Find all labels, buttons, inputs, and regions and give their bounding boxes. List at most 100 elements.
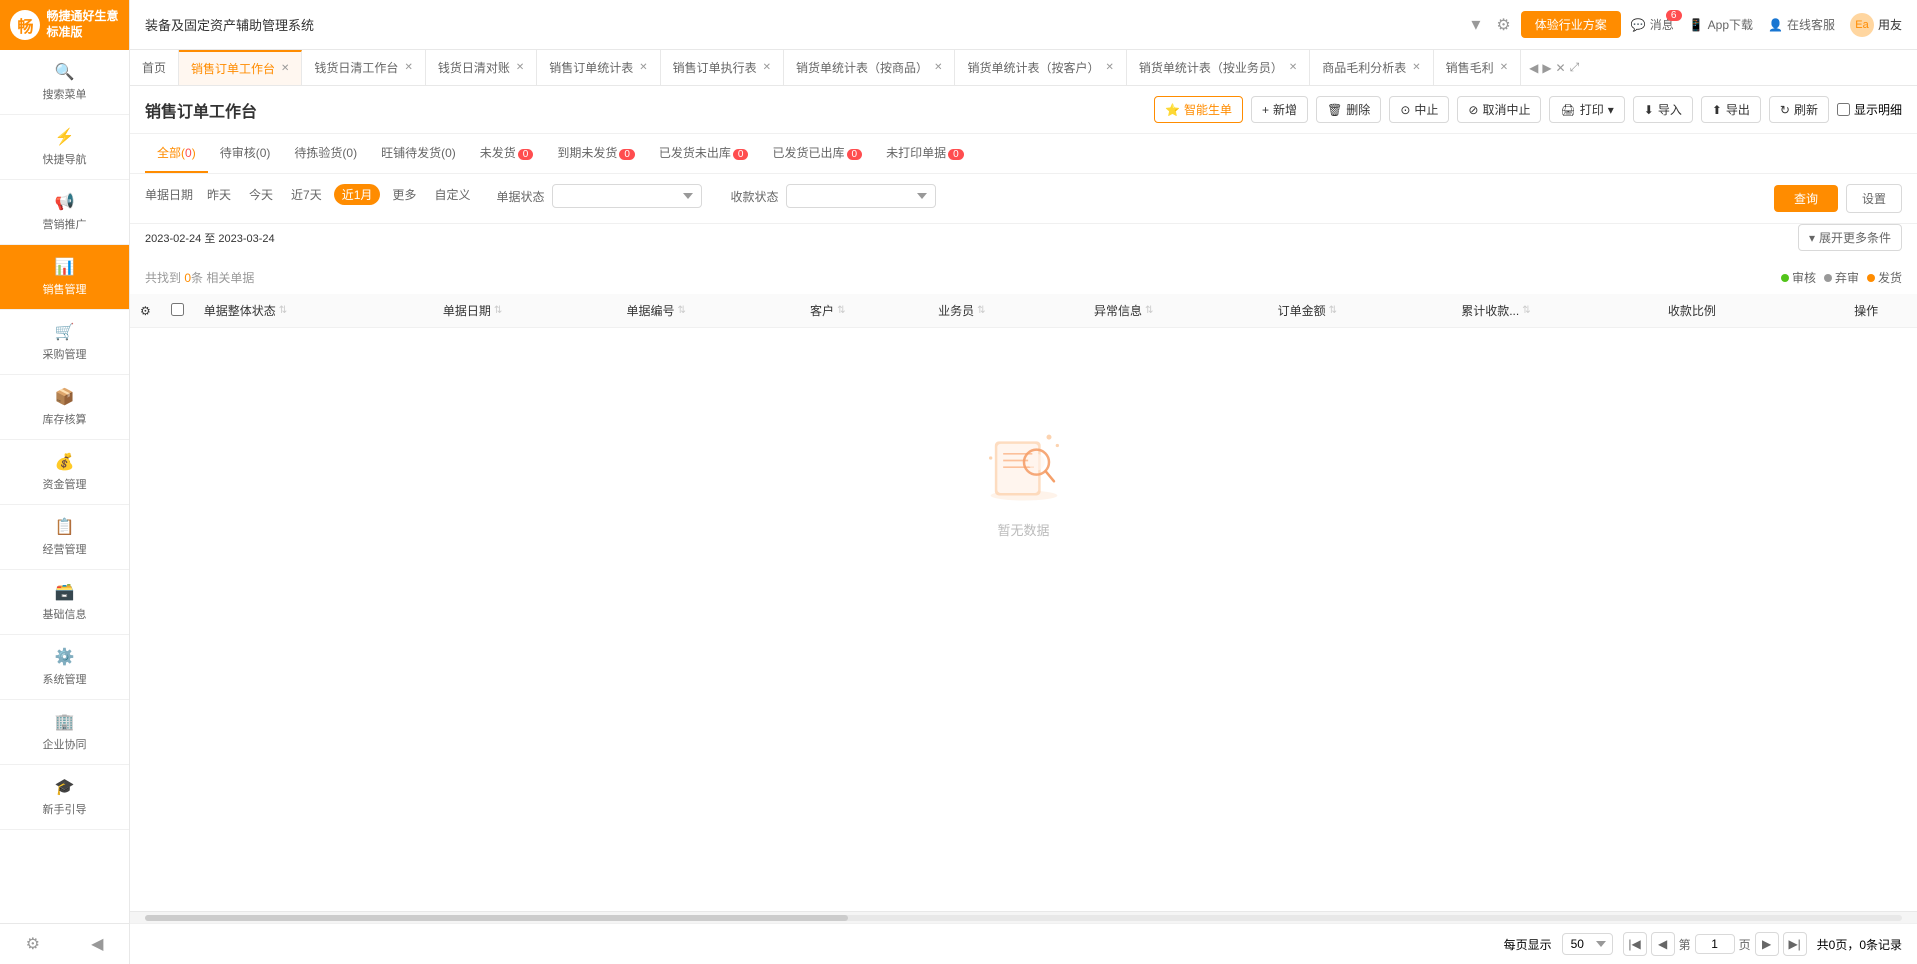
cancel-pause-btn[interactable]: ⊘ 取消中止 [1457,96,1541,123]
sidebar-item-sales[interactable]: 📊 销售管理 [0,245,129,310]
expand-more-btn[interactable]: ▾ 展开更多条件 [1798,224,1902,251]
tab-gross-profit[interactable]: 商品毛利分析表 ✕ [1310,50,1433,86]
scroll-track[interactable] [145,915,1902,921]
filter-status-select[interactable] [552,184,702,208]
sub-tab-overdue[interactable]: 到期未发货0 [545,134,647,173]
last-page-btn[interactable]: ▶| [1783,932,1807,956]
sidebar-item-company[interactable]: 🏢 企业协同 [0,700,129,765]
tab-cash-reconcile[interactable]: 钱货日清对账 ✕ [426,50,537,86]
tab-close-icon-9[interactable]: ✕ [1412,62,1420,73]
sidebar-item-marketing[interactable]: 📢 营销推广 [0,180,129,245]
sub-tab-unshipped[interactable]: 未发货0 [468,134,546,173]
industry-btn[interactable]: 体验行业方案 [1521,11,1621,38]
tab-sales-by-product[interactable]: 销货单统计表（按商品） ✕ [784,50,955,86]
sub-tab-all[interactable]: 全部(0) [145,134,208,173]
tab-sales-order-workbench[interactable]: 销售订单工作台 ✕ [179,50,302,86]
sidebar-item-quicknav[interactable]: ⚡ 快捷导航 [0,115,129,180]
sidebar-collapse-btn[interactable]: ◀ [91,934,103,954]
set-btn[interactable]: 设置 [1846,184,1902,213]
sort-icon-collected[interactable]: ⇅ [1522,305,1530,316]
show-detail-checkbox[interactable] [1837,103,1850,116]
tab-close-icon-7[interactable]: ✕ [1105,62,1113,73]
cancel-review-action-btn[interactable]: 弃审 [1824,269,1859,286]
next-page-btn[interactable]: ▶ [1755,932,1779,956]
sub-tab-pending-review[interactable]: 待审核(0) [208,134,283,173]
tab-close-icon-4[interactable]: ✕ [639,62,647,73]
tabs-close-all-icon[interactable]: ✕ [1556,61,1566,75]
message-btn[interactable]: 💬 6 消息 [1631,16,1674,33]
export-btn[interactable]: ⬆ 导出 [1701,96,1761,123]
show-detail-label[interactable]: 显示明细 [1837,101,1902,118]
per-page-select[interactable]: 50 10 20 100 [1562,933,1613,955]
sort-icon-customer[interactable]: ⇅ [837,305,845,316]
prev-page-btn[interactable]: ◀ [1651,932,1675,956]
refresh-btn[interactable]: ↻ 刷新 [1769,96,1829,123]
tab-close-icon-3[interactable]: ✕ [516,62,524,73]
filter-date-today[interactable]: 今天 [243,184,279,205]
sidebar-item-basic[interactable]: 🗃️ 基础信息 [0,570,129,635]
sub-tab-unprinted[interactable]: 未打印单据0 [874,134,976,173]
print-btn[interactable]: 🖨 打印 ▾ [1549,96,1624,123]
tab-close-icon[interactable]: ✕ [281,63,289,74]
tab-home[interactable]: 首页 [130,50,179,86]
pause-btn[interactable]: ⊙ 中止 [1389,96,1449,123]
sidebar-item-system[interactable]: ⚙️ 系统管理 [0,635,129,700]
ship-action-btn[interactable]: 发货 [1867,269,1902,286]
filter-date-7days[interactable]: 近7天 [285,184,328,205]
th-settings[interactable]: ⚙ [130,294,161,328]
tabs-prev-icon[interactable]: ◀ [1529,61,1538,75]
tab-sales-exec[interactable]: 销售订单执行表 ✕ [661,50,784,86]
sort-icon-status[interactable]: ⇅ [279,305,287,316]
filter-date-1month[interactable]: 近1月 [334,184,381,205]
system-dropdown-icon[interactable]: ▾ [1471,14,1480,35]
query-btn[interactable]: 查询 [1774,185,1838,212]
th-checkbox[interactable] [161,294,194,328]
page-input[interactable] [1695,934,1735,954]
tab-close-icon-5[interactable]: ✕ [763,62,771,73]
tab-cash-daily[interactable]: 钱货日清工作台 ✕ [302,50,425,86]
tab-sales-by-staff[interactable]: 销货单统计表（按业务员） ✕ [1127,50,1310,86]
sort-icon-number[interactable]: ⇅ [677,305,685,316]
tab-sales-stats[interactable]: 销售订单统计表 ✕ [537,50,660,86]
sub-tab-wangpu-ship[interactable]: 旺铺待发货(0) [369,134,468,173]
smart-gen-btn[interactable]: ⭐ 智能生单 [1154,96,1243,123]
tab-close-icon-10[interactable]: ✕ [1500,62,1508,73]
tabs-next-icon[interactable]: ▶ [1542,61,1551,75]
sub-tab-pending-inspect[interactable]: 待拣验货(0) [282,134,369,173]
sub-tab-shipped-out[interactable]: 已发货已出库0 [760,134,874,173]
tab-close-icon-8[interactable]: ✕ [1289,62,1297,73]
filter-date-yesterday[interactable]: 昨天 [201,184,237,205]
filter-date-custom[interactable]: 自定义 [428,184,476,205]
select-all-checkbox[interactable] [171,303,184,316]
tab-close-icon-2[interactable]: ✕ [404,62,412,73]
app-download-btn[interactable]: 📱 App下载 [1689,16,1753,33]
sort-icon-amount[interactable]: ⇅ [1329,305,1337,316]
sidebar-item-finance[interactable]: 💰 资金管理 [0,440,129,505]
system-settings-icon[interactable]: ⚙ [1496,15,1510,35]
sidebar-item-purchase[interactable]: 🛒 采购管理 [0,310,129,375]
user-area[interactable]: Ea 用友 [1850,13,1902,37]
sidebar-item-ops[interactable]: 📋 经营管理 [0,505,129,570]
tab-close-icon-6[interactable]: ✕ [934,62,942,73]
import-btn[interactable]: ⬇ 导入 [1633,96,1693,123]
sub-tab-shipped-not-out[interactable]: 已发货未出库0 [647,134,761,173]
sidebar-item-search[interactable]: 🔍 搜索菜单 [0,50,129,115]
first-page-btn[interactable]: |◀ [1623,932,1647,956]
filter-date-more[interactable]: 更多 [386,184,422,205]
sidebar-settings-btn[interactable]: ⚙ [26,934,40,954]
tab-sales-by-customer[interactable]: 销货单统计表（按客户） ✕ [955,50,1126,86]
review-action-btn[interactable]: 审核 [1781,269,1816,286]
tab-sales-profit[interactable]: 销售毛利 ✕ [1434,50,1521,86]
tabs-expand-icon[interactable]: ⤢ [1570,60,1580,75]
delete-btn[interactable]: 🗑 删除 [1316,96,1381,123]
scroll-thumb[interactable] [145,915,848,921]
sidebar-item-inventory[interactable]: 📦 库存核算 [0,375,129,440]
scrollbar-area[interactable] [130,911,1917,923]
add-btn[interactable]: + 新增 [1251,96,1308,123]
sort-icon-staff[interactable]: ⇅ [977,305,985,316]
sort-icon-date[interactable]: ⇅ [494,305,502,316]
online-service-btn[interactable]: 👤 在线客服 [1768,16,1835,33]
sort-icon-abnormal[interactable]: ⇅ [1145,305,1153,316]
sidebar-item-guide[interactable]: 🎓 新手引导 [0,765,129,830]
filter-payment-select[interactable] [786,184,936,208]
